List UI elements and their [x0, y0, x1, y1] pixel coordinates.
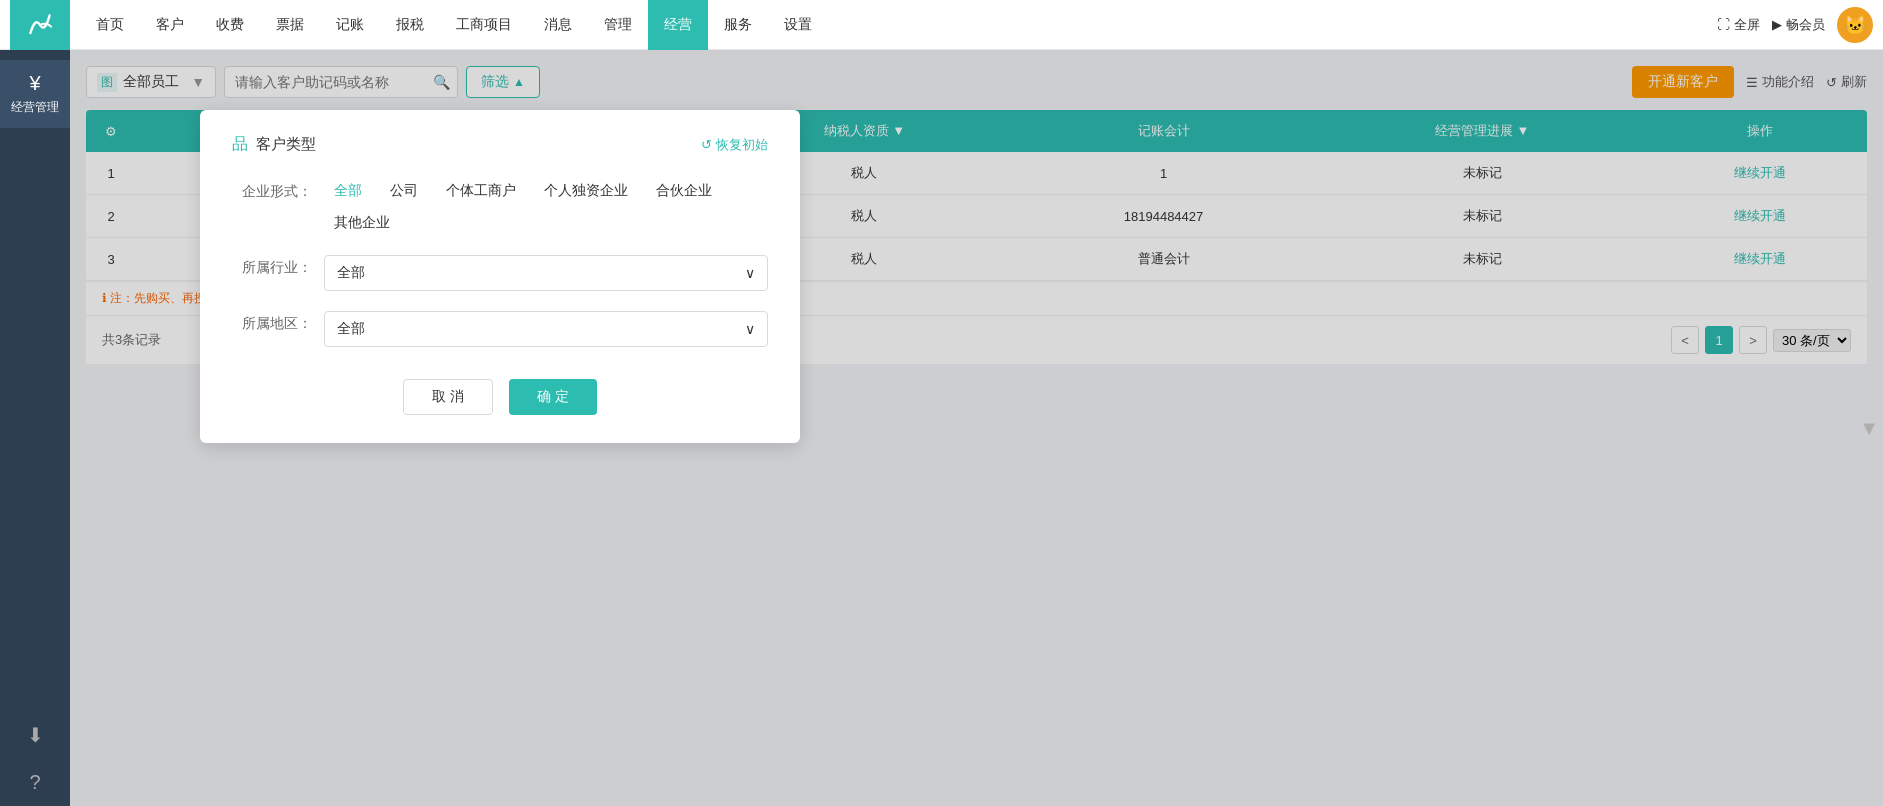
nav-item-工商项目[interactable]: 工商项目 [440, 0, 528, 50]
nav-item-设置[interactable]: 设置 [768, 0, 828, 50]
modal-title-icon: 品 [232, 134, 248, 155]
modal-overlay: 品 客户类型 ↺ 恢复初始 企业形式： 全部公司个体工商户个人独资企业合伙企业其… [70, 50, 1883, 806]
enterprise-option-公司[interactable]: 公司 [380, 179, 428, 203]
top-navigation: 首页客户收费票据记账报税工商项目消息管理经营服务设置 ⛶ 全屏 ▶ 畅会员 🐱 [0, 0, 1883, 50]
industry-select[interactable]: 全部 ∨ [324, 255, 768, 291]
industry-row: 所属行业： 全部 ∨ [232, 255, 768, 291]
sidebar-item-help[interactable]: ? [0, 759, 70, 806]
sidebar-item-management[interactable]: ¥ 经营管理 [0, 60, 70, 128]
nav-item-消息[interactable]: 消息 [528, 0, 588, 50]
sidebar-item-download[interactable]: ⬇ [0, 711, 70, 759]
industry-dropdown-icon: ∨ [745, 265, 755, 281]
enterprise-option-其他企业[interactable]: 其他企业 [324, 211, 400, 235]
sidebar: ¥ 经营管理 ⬇ ? [0, 50, 70, 806]
fullscreen-icon: ⛶ [1717, 17, 1730, 32]
download-icon: ⬇ [27, 723, 44, 747]
enterprise-option-合伙企业[interactable]: 合伙企业 [646, 179, 722, 203]
enterprise-option-个人独资企业[interactable]: 个人独资企业 [534, 179, 638, 203]
region-dropdown-icon: ∨ [745, 321, 755, 337]
region-row: 所属地区： 全部 ∨ [232, 311, 768, 347]
nav-item-管理[interactable]: 管理 [588, 0, 648, 50]
avatar[interactable]: 🐱 [1837, 7, 1873, 43]
vip-icon: ▶ [1772, 17, 1782, 32]
enterprise-form-options: 全部公司个体工商户个人独资企业合伙企业其他企业 [324, 179, 768, 235]
enterprise-form-label: 企业形式： [232, 179, 312, 201]
nav-items: 首页客户收费票据记账报税工商项目消息管理经营服务设置 [80, 0, 1717, 50]
industry-label: 所属行业： [232, 255, 312, 277]
nav-item-服务[interactable]: 服务 [708, 0, 768, 50]
modal-title: 品 客户类型 [232, 134, 316, 155]
logo [10, 0, 70, 50]
fullscreen-button[interactable]: ⛶ 全屏 [1717, 16, 1760, 34]
nav-item-记账[interactable]: 记账 [320, 0, 380, 50]
enterprise-form-row: 企业形式： 全部公司个体工商户个人独资企业合伙企业其他企业 [232, 179, 768, 235]
vip-button[interactable]: ▶ 畅会员 [1772, 16, 1825, 34]
region-label: 所属地区： [232, 311, 312, 333]
nav-item-报税[interactable]: 报税 [380, 0, 440, 50]
nav-item-经营[interactable]: 经营 [648, 0, 708, 50]
nav-item-客户[interactable]: 客户 [140, 0, 200, 50]
sidebar-item-label: 经营管理 [11, 99, 59, 116]
nav-item-票据[interactable]: 票据 [260, 0, 320, 50]
enterprise-option-全部[interactable]: 全部 [324, 179, 372, 203]
modal-header: 品 客户类型 ↺ 恢复初始 [232, 134, 768, 155]
reset-icon: ↺ [701, 137, 712, 152]
filter-modal: 品 客户类型 ↺ 恢复初始 企业形式： 全部公司个体工商户个人独资企业合伙企业其… [200, 110, 800, 443]
help-icon: ? [29, 771, 40, 794]
modal-reset-button[interactable]: ↺ 恢复初始 [701, 136, 768, 154]
nav-item-收费[interactable]: 收费 [200, 0, 260, 50]
enterprise-option-个体工商户[interactable]: 个体工商户 [436, 179, 526, 203]
nav-item-首页[interactable]: 首页 [80, 0, 140, 50]
management-icon: ¥ [29, 72, 40, 95]
cancel-button[interactable]: 取 消 [403, 379, 493, 415]
region-select[interactable]: 全部 ∨ [324, 311, 768, 347]
confirm-button[interactable]: 确 定 [509, 379, 597, 415]
nav-right: ⛶ 全屏 ▶ 畅会员 🐱 [1717, 7, 1873, 43]
modal-footer: 取 消 确 定 [232, 379, 768, 415]
